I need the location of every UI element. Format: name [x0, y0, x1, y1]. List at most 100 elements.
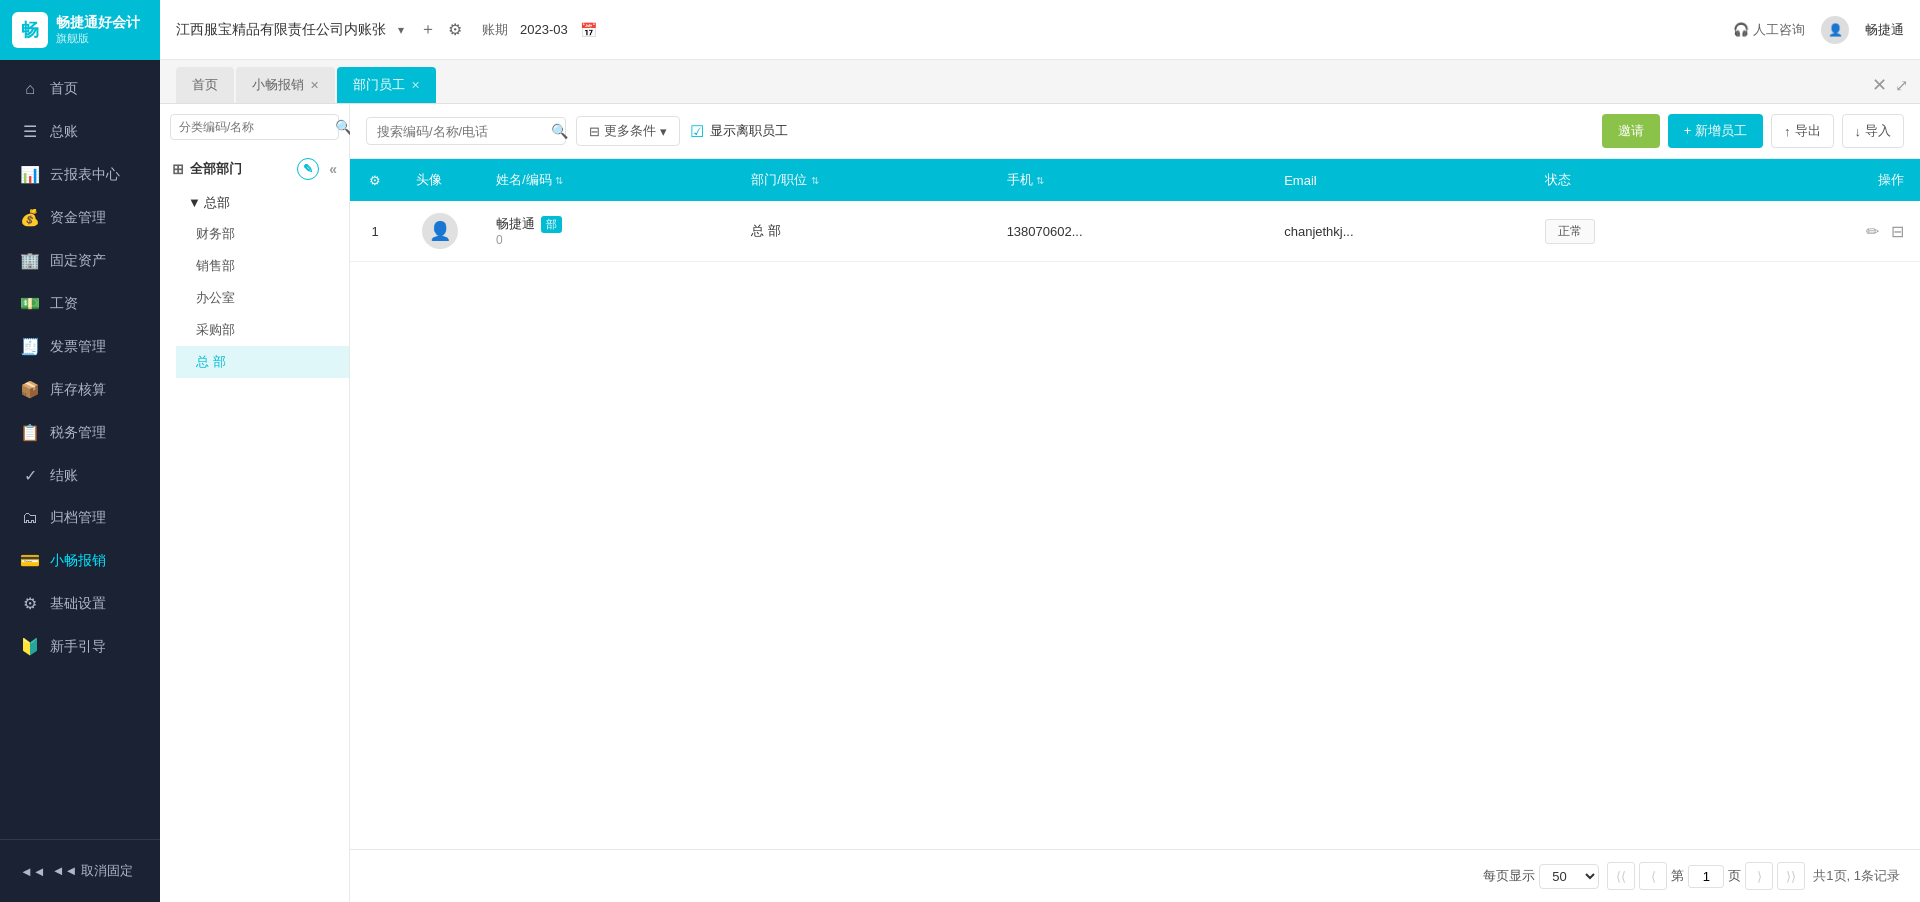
expand-icon[interactable]: ⤢ — [1895, 76, 1908, 95]
tab-employees[interactable]: 部门员工 ✕ — [337, 67, 436, 103]
sidebar-item-salary[interactable]: 💵 工资 — [0, 282, 160, 325]
logo: 畅 畅捷通好会计 旗舰版 — [0, 0, 160, 60]
employee-phone: 138070602... — [1007, 224, 1083, 239]
employee-panel: 🔍 ⊟ 更多条件 ▾ ☑ 显示离职员工 邀请 + 新增员工 ↑ 导出 — [350, 104, 1920, 902]
col-phone-sort-icon[interactable]: ⇅ — [1036, 175, 1044, 186]
export-button[interactable]: ↑ 导出 — [1771, 114, 1834, 148]
sidebar-item-closing-label: 结账 — [50, 467, 78, 485]
settings-icon: ⚙ — [20, 594, 40, 613]
sidebar-item-tax[interactable]: 📋 税务管理 — [0, 411, 160, 454]
sidebar-item-invoice[interactable]: 🧾 发票管理 — [0, 325, 160, 368]
dept-collapse-btn[interactable]: « — [329, 161, 337, 177]
dept-header-actions: ✎ — [297, 158, 319, 180]
row-index: 1 — [350, 201, 400, 262]
dept-group-label: 总部 — [204, 195, 230, 210]
sidebar-item-invoice-label: 发票管理 — [50, 338, 106, 356]
period-label: 账期 — [482, 21, 508, 39]
col-dept-position[interactable]: 部门/职位 ⇅ — [735, 159, 990, 201]
tab-employees-close[interactable]: ✕ — [411, 79, 420, 92]
import-label: 导入 — [1865, 122, 1891, 140]
reports-icon: 📊 — [20, 165, 40, 184]
dept-search-input[interactable] — [179, 120, 329, 134]
page-size-select[interactable]: 20 50 100 — [1539, 864, 1599, 889]
dept-item-sales[interactable]: 销售部 — [176, 250, 349, 282]
employee-table: ⚙ 头像 姓名/编码 ⇅ 部门/职位 ⇅ 手机 — [350, 159, 1920, 262]
calendar-icon[interactable]: 📅 — [580, 22, 597, 38]
dept-item-finance[interactable]: 财务部 — [176, 218, 349, 250]
topbar-settings-icon[interactable]: ⚙ — [448, 20, 462, 39]
status-badge: 正常 — [1545, 219, 1595, 244]
add-company-icon[interactable]: ＋ — [420, 19, 436, 40]
xiaochang-icon: 💳 — [20, 551, 40, 570]
employee-search-input[interactable] — [377, 124, 545, 139]
col-name-sort-icon[interactable]: ⇅ — [555, 175, 563, 186]
col-dept-sort-icon[interactable]: ⇅ — [811, 175, 819, 186]
col-name-code[interactable]: 姓名/编码 ⇅ — [480, 159, 735, 201]
page-prev-btn[interactable]: ⟨ — [1639, 862, 1667, 890]
page-next-btn[interactable]: ⟩ — [1745, 862, 1773, 890]
sidebar-item-ledger[interactable]: ☰ 总账 — [0, 110, 160, 153]
dept-item-general[interactable]: 总 部 — [176, 346, 349, 378]
user-name[interactable]: 畅捷通 — [1865, 21, 1904, 39]
page-last-btn[interactable]: ⟩⟩ — [1777, 862, 1805, 890]
col-email: Email — [1268, 159, 1529, 201]
col-status: 状态 — [1529, 159, 1740, 201]
dept-panel: 🔍 ⊞ 全部部门 ✎ « ▼ 总部 财务部 销售部 — [160, 104, 350, 902]
logout-icon[interactable]: ⊟ — [1891, 222, 1904, 241]
employee-name: 畅捷通 — [496, 215, 535, 233]
sidebar-item-assets[interactable]: 🏢 固定资产 — [0, 239, 160, 282]
dept-add-btn[interactable]: ✎ — [297, 158, 319, 180]
page-size-selector: 每页显示 20 50 100 — [1483, 864, 1599, 889]
add-employee-button[interactable]: + 新增员工 — [1668, 114, 1763, 148]
content-area: 🔍 ⊞ 全部部门 ✎ « ▼ 总部 财务部 销售部 — [160, 104, 1920, 902]
all-dept-label: 全部部门 — [190, 160, 242, 178]
archive-icon: 🗂 — [20, 509, 40, 527]
sidebar-item-salary-label: 工资 — [50, 295, 78, 313]
sidebar-item-guide[interactable]: 🔰 新手引导 — [0, 625, 160, 668]
import-button[interactable]: ↓ 导入 — [1842, 114, 1905, 148]
service-button[interactable]: 🎧 人工咨询 — [1733, 21, 1805, 39]
filter-button[interactable]: ⊟ 更多条件 ▾ — [576, 116, 680, 146]
sidebar-item-reports-label: 云报表中心 — [50, 166, 120, 184]
page-size-label: 每页显示 — [1483, 867, 1535, 885]
page-first-btn[interactable]: ⟨⟨ — [1607, 862, 1635, 890]
sidebar-item-home[interactable]: ⌂ 首页 — [0, 68, 160, 110]
tab-xiaochang-close[interactable]: ✕ — [310, 79, 319, 92]
sidebar-item-reports[interactable]: 📊 云报表中心 — [0, 153, 160, 196]
filter-chevron-icon: ▾ — [660, 124, 667, 139]
page-input[interactable] — [1688, 865, 1724, 888]
cancel-fixed-label: ◄◄ 取消固定 — [52, 862, 133, 880]
col-settings[interactable]: ⚙ — [350, 159, 400, 201]
dept-item-purchase[interactable]: 采购部 — [176, 314, 349, 346]
sidebar-bottom: ◄◄ ◄◄ 取消固定 — [0, 839, 160, 902]
sidebar-item-funds[interactable]: 💰 资金管理 — [0, 196, 160, 239]
row-name-code-cell: 畅捷通 部 0 — [480, 201, 735, 262]
cancel-fixed-button[interactable]: ◄◄ ◄◄ 取消固定 — [0, 852, 160, 890]
sidebar-item-tax-label: 税务管理 — [50, 424, 106, 442]
sidebar-item-settings[interactable]: ⚙ 基础设置 — [0, 582, 160, 625]
tab-xiaochang[interactable]: 小畅报销 ✕ — [236, 67, 335, 103]
employee-search-icon[interactable]: 🔍 — [551, 123, 568, 139]
close-tab-icon[interactable]: ✕ — [1872, 74, 1887, 96]
show-resigned-checkbox[interactable]: ☑ 显示离职员工 — [690, 122, 788, 141]
sidebar-item-xiaochang[interactable]: 💳 小畅报销 — [0, 539, 160, 582]
company-dropdown-icon[interactable]: ▾ — [398, 23, 404, 37]
sidebar-item-inventory[interactable]: 📦 库存核算 — [0, 368, 160, 411]
all-dept-header[interactable]: ⊞ 全部部门 ✎ « — [160, 150, 349, 188]
row-status-cell: 正常 — [1529, 201, 1740, 262]
tab-home[interactable]: 首页 — [176, 67, 234, 103]
invite-button[interactable]: 邀请 — [1602, 114, 1660, 148]
guide-icon: 🔰 — [20, 637, 40, 656]
salary-icon: 💵 — [20, 294, 40, 313]
dept-item-office[interactable]: 办公室 — [176, 282, 349, 314]
sidebar-item-archive[interactable]: 🗂 归档管理 — [0, 497, 160, 539]
checkbox-icon: ☑ — [690, 122, 704, 141]
col-phone[interactable]: 手机 ⇅ — [991, 159, 1269, 201]
avatar-icon: 👤 — [1828, 23, 1843, 37]
employee-code: 0 — [496, 233, 719, 247]
edit-icon[interactable]: ✏ — [1866, 222, 1879, 241]
action-icons: ✏ ⊟ — [1756, 222, 1904, 241]
sidebar-item-closing[interactable]: ✓ 结账 — [0, 454, 160, 497]
avatar: 👤 — [422, 213, 458, 249]
dept-group-zongbu[interactable]: ▼ 总部 — [176, 188, 349, 218]
